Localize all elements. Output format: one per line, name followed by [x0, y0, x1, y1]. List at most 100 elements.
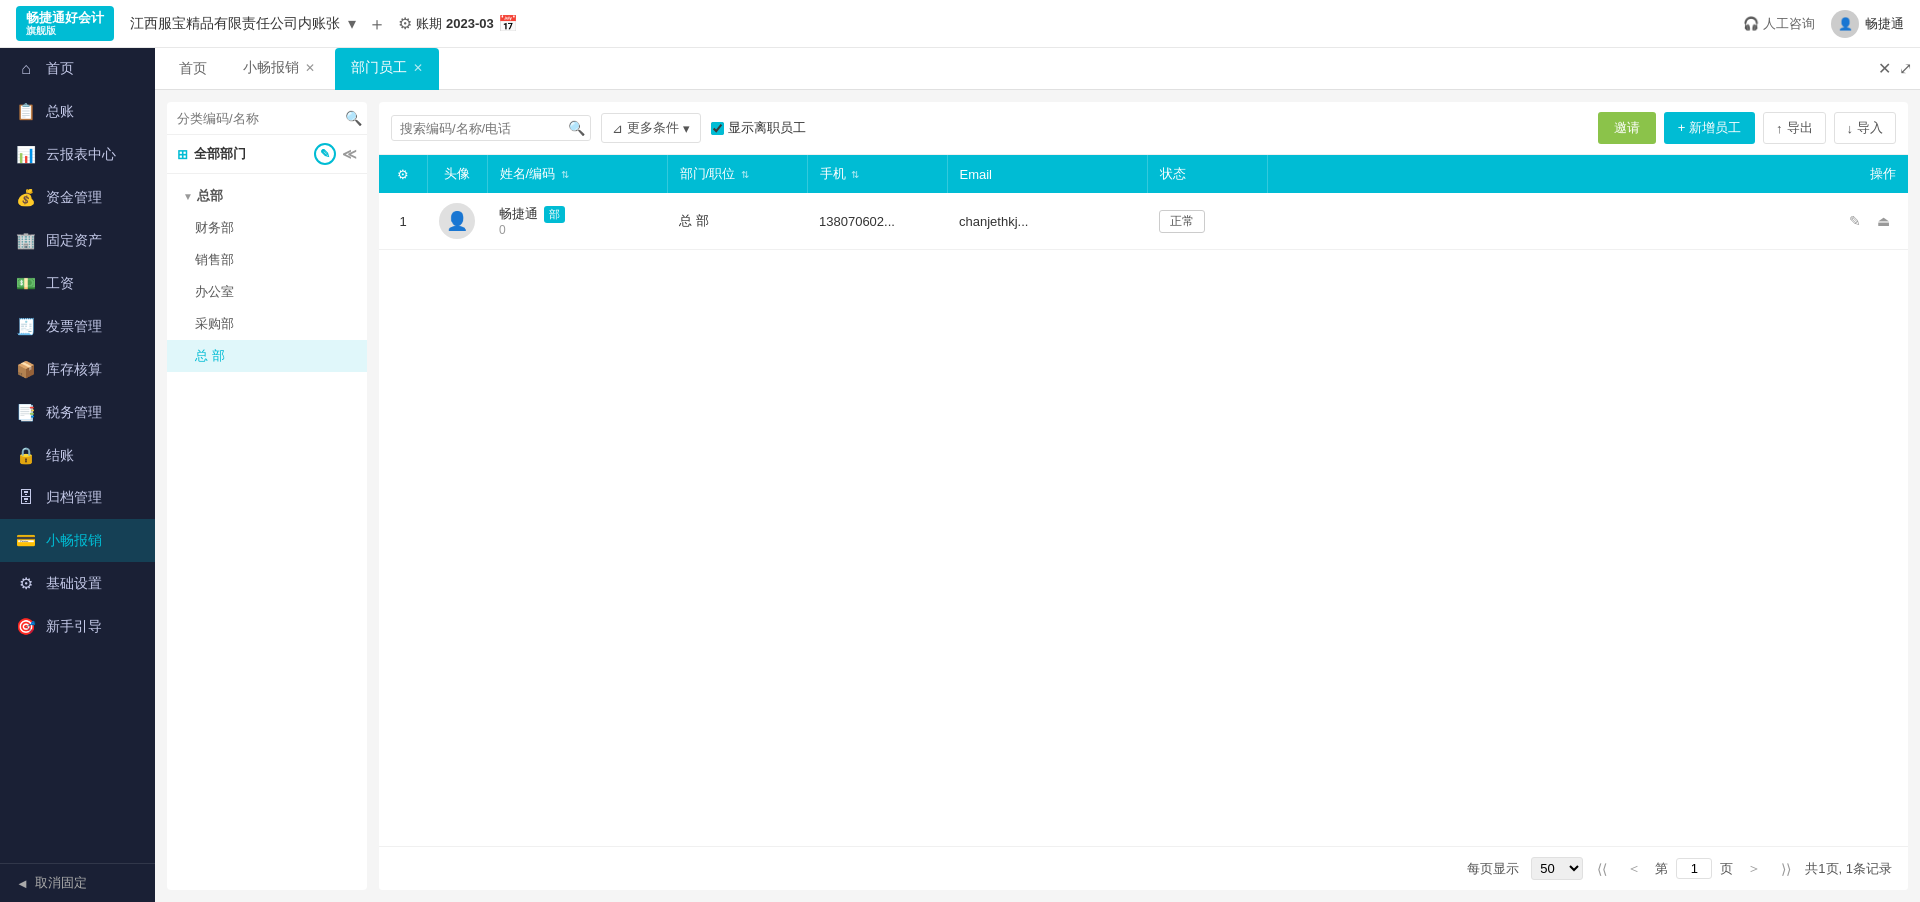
user-info[interactable]: 👤 畅捷通	[1831, 10, 1904, 38]
sidebar-icon-funds: 💰	[16, 188, 36, 207]
sidebar-icon-guide: 🎯	[16, 617, 36, 636]
col-settings-header[interactable]: ⚙	[379, 155, 427, 193]
top-bar: 畅捷通好会计 旗舰版 江西服宝精品有限责任公司内账张 ▾ ＋ ⚙ 账期 2023…	[0, 0, 1920, 48]
period-label: 账期	[416, 15, 442, 33]
import-button[interactable]: ↓ 导入	[1834, 112, 1897, 144]
sidebar-unpin-button[interactable]: ◄ 取消固定	[0, 863, 155, 902]
sidebar-icon-settings: ⚙	[16, 574, 36, 593]
sidebar-icon-inventory: 📦	[16, 360, 36, 379]
pagination-bar: 每页显示 102050100 ⟨⟨ ＜ 第 页 ＞ ⟩⟩ 共1页, 1条记录	[379, 846, 1908, 890]
dept-header: ⊞ 全部部门 ✎ ≪	[167, 135, 367, 174]
unpin-label: 取消固定	[35, 874, 87, 892]
col-status-header: 状态	[1147, 155, 1267, 193]
sidebar-label-archive: 归档管理	[46, 489, 102, 507]
dept-search-input[interactable]	[177, 111, 345, 126]
sidebar-icon-invoice: 🧾	[16, 317, 36, 336]
sidebar-item-archive[interactable]: 🗄归档管理	[0, 477, 155, 519]
dept-tree-item-general[interactable]: 总 部	[167, 340, 367, 372]
sidebar-icon-home: ⌂	[16, 60, 36, 78]
sidebar-icon-assets: 🏢	[16, 231, 36, 250]
sidebar-label-assets: 固定资产	[46, 232, 102, 250]
sidebar-item-reports[interactable]: 📊 云报表中心	[0, 133, 155, 176]
sidebar-item-home[interactable]: ⌂首页	[0, 48, 155, 90]
sidebar-item-assets[interactable]: 🏢 固定资产	[0, 219, 155, 262]
dept-header-label: 全部部门	[194, 145, 246, 163]
sidebar-icon-reports: 📊	[16, 145, 36, 164]
sidebar-item-settings[interactable]: ⚙ 基础设置	[0, 562, 155, 605]
add-employee-button[interactable]: + 新增员工	[1664, 112, 1755, 144]
sidebar-item-expense[interactable]: 💳小畅报销	[0, 519, 155, 562]
col-name-header[interactable]: 姓名/编码 ⇅	[487, 155, 667, 193]
grid-icon: ⊞	[177, 147, 188, 162]
sidebar-item-ledger[interactable]: 📋总账	[0, 90, 155, 133]
sidebar-item-salary[interactable]: 💵工资	[0, 262, 155, 305]
sidebar-item-inventory[interactable]: 📦库存核算	[0, 348, 155, 391]
settings-icon-button[interactable]: ⚙	[398, 14, 412, 33]
tab-dept_employee[interactable]: 部门员工 ✕	[335, 48, 439, 90]
page-total: 共1页, 1条记录	[1805, 860, 1892, 878]
sidebar-item-funds[interactable]: 💰 资金管理	[0, 176, 155, 219]
col-dept-header[interactable]: 部门/职位 ⇅	[667, 155, 807, 193]
expand-tab-button[interactable]: ⤢	[1899, 59, 1912, 78]
tab-close-expense[interactable]: ✕	[305, 61, 315, 75]
col-phone-header[interactable]: 手机 ⇅	[807, 155, 947, 193]
tab-close-dept_employee[interactable]: ✕	[413, 61, 423, 75]
export-button[interactable]: ↑ 导出	[1763, 112, 1826, 144]
page-size-select[interactable]: 102050100	[1531, 857, 1583, 880]
delete-button[interactable]: ⏏	[1871, 211, 1896, 231]
page-size-label: 每页显示	[1467, 860, 1519, 878]
sidebar-label-reports: 云报表中心	[46, 146, 116, 164]
sidebar-icon-salary: 💵	[16, 274, 36, 293]
dept-tree-item-sales[interactable]: 销售部	[167, 244, 367, 276]
row-actions: ✎ ⏏	[1267, 193, 1908, 250]
dept-arrow-root: ▼	[183, 191, 193, 202]
dept-edit-button[interactable]: ✎	[314, 143, 336, 165]
sidebar-label-settings: 基础设置	[46, 575, 102, 593]
dept-tree-item-purchase[interactable]: 采购部	[167, 308, 367, 340]
tabs-bar: 首页 小畅报销✕ 部门员工 ✕ ✕ ⤢	[155, 48, 1920, 90]
add-company-button[interactable]: ＋	[368, 12, 386, 36]
support-button[interactable]: 🎧 人工咨询	[1743, 15, 1815, 33]
employee-table: ⚙ 头像 姓名/编码 ⇅ 部门/职位 ⇅ 手机 ⇅ Email 状态 操作 1	[379, 155, 1908, 846]
sidebar-item-invoice[interactable]: 🧾发票管理	[0, 305, 155, 348]
tab-label-home: 首页	[179, 60, 207, 78]
search-icon[interactable]: 🔍	[568, 120, 585, 136]
tab-label-dept_employee: 部门员工	[351, 59, 407, 77]
show-resigned-checkbox-label[interactable]: 显示离职员工	[711, 119, 806, 137]
company-dropdown-button[interactable]: ▾	[348, 14, 356, 33]
tab-home[interactable]: 首页	[163, 48, 223, 90]
close-tab-button[interactable]: ✕	[1878, 59, 1891, 78]
import-icon: ↓	[1847, 121, 1854, 136]
dept-tree-item-finance[interactable]: 财务部	[167, 212, 367, 244]
show-resigned-checkbox[interactable]	[711, 122, 724, 135]
sidebar-icon-tax: 📑	[16, 403, 36, 422]
calendar-icon[interactable]: 📅	[498, 14, 518, 33]
next-page-button[interactable]: ＞	[1741, 858, 1767, 880]
page-content: 🔍 ⊞ 全部部门 ✎ ≪ ▼总部财务部销售部办公室采购部总 部 🔍	[155, 90, 1920, 902]
first-page-button[interactable]: ⟨⟨	[1591, 859, 1613, 879]
last-page-button[interactable]: ⟩⟩	[1775, 859, 1797, 879]
employee-name: 畅捷通	[499, 205, 538, 223]
dept-tree-item-office[interactable]: 办公室	[167, 276, 367, 308]
prev-page-button[interactable]: ＜	[1621, 858, 1647, 880]
filter-label: 更多条件	[627, 119, 679, 137]
table-header-row: ⚙ 头像 姓名/编码 ⇅ 部门/职位 ⇅ 手机 ⇅ Email 状态 操作	[379, 155, 1908, 193]
invite-button[interactable]: 邀请	[1598, 112, 1656, 144]
dept-collapse-button[interactable]: ≪	[342, 146, 357, 162]
content-area: 首页 小畅报销✕ 部门员工 ✕ ✕ ⤢ 🔍 ⊞ 全部部门 ✎ ≪ ▼总部	[155, 48, 1920, 902]
export-label: 导出	[1787, 119, 1813, 137]
sidebar-item-closing[interactable]: 🔒结账	[0, 434, 155, 477]
edit-button[interactable]: ✎	[1843, 211, 1867, 231]
more-filter-button[interactable]: ⊿ 更多条件 ▾	[601, 113, 701, 143]
sidebar-label-guide: 新手引导	[46, 618, 102, 636]
sidebar-item-guide[interactable]: 🎯 新手引导	[0, 605, 155, 648]
dept-search-icon[interactable]: 🔍	[345, 110, 362, 126]
status-badge: 正常	[1159, 210, 1205, 233]
dept-tree-item-root[interactable]: ▼总部	[167, 180, 367, 212]
sidebar-item-tax[interactable]: 📑税务管理	[0, 391, 155, 434]
tab-expense[interactable]: 小畅报销✕	[227, 48, 331, 90]
page-number-input[interactable]	[1676, 858, 1712, 879]
period-value: 2023-03	[446, 16, 494, 31]
employee-search-input[interactable]	[400, 121, 568, 136]
sidebar-label-funds: 资金管理	[46, 189, 102, 207]
